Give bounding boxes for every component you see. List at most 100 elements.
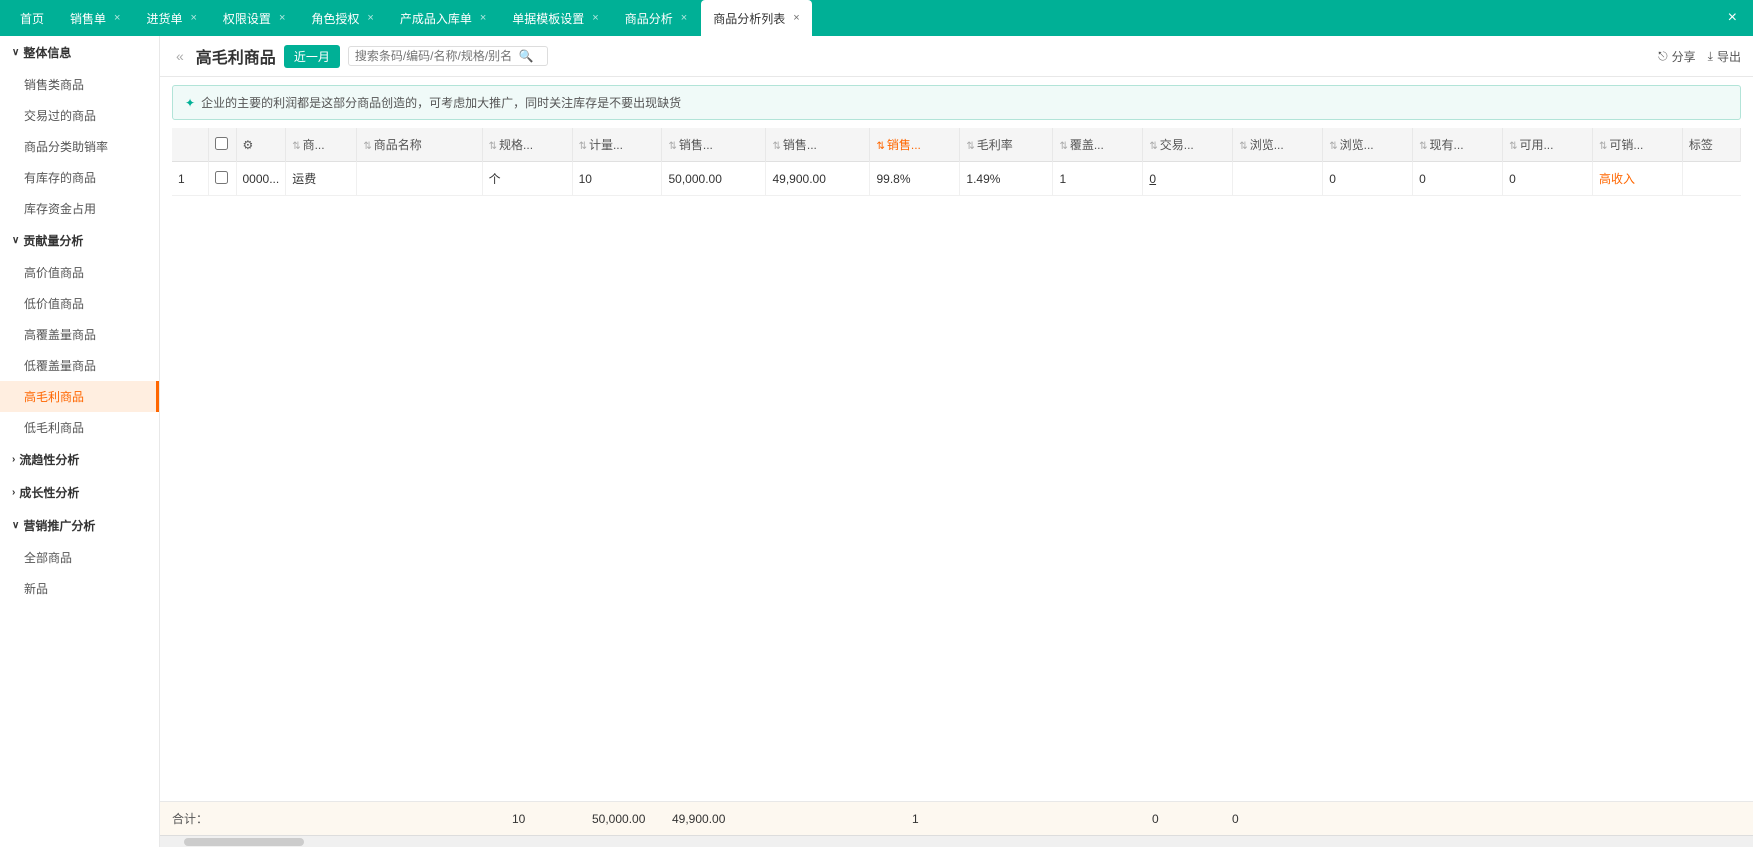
th-sales-amt2[interactable]: ⇅销售... <box>870 128 960 162</box>
th-stock3[interactable]: ⇅可销... <box>1592 128 1682 162</box>
td-browse1[interactable]: 0 <box>1143 162 1233 196</box>
th-index <box>172 128 208 162</box>
sort-icon: ⇅ <box>1419 141 1427 152</box>
sidebar-item-all-goods[interactable]: 全部商品 <box>0 542 159 573</box>
footer-label: 合计： <box>172 810 212 827</box>
sidebar-item-high-value[interactable]: 高价值商品 <box>0 257 159 288</box>
search-wrap: 🔍 <box>348 46 548 66</box>
sidebar-item-in-stock[interactable]: 有库存的商品 <box>0 162 159 193</box>
table-wrap: ⚙ ⇅商... ⇅商品名称 ⇅规格... ⇅计量... ⇅销售... ⇅销售..… <box>172 128 1741 801</box>
th-spec[interactable]: ⇅规格... <box>482 128 572 162</box>
td-check[interactable] <box>208 162 236 196</box>
nav-tab-sales[interactable]: 销售单 × <box>58 0 132 36</box>
nav-tab-perms[interactable]: 权限设置 × <box>211 0 297 36</box>
th-name[interactable]: ⇅商品名称 <box>357 128 482 162</box>
close-icon[interactable]: × <box>114 12 120 24</box>
sidebar-item-high-coverage[interactable]: 高覆盖量商品 <box>0 319 159 350</box>
header-actions: ⎋ 分享 ⤓ 导出 <box>1658 48 1741 65</box>
export-button[interactable]: ⤓ 导出 <box>1708 48 1741 65</box>
footer-sales-qty: 10 <box>506 812 586 826</box>
sort-icon: ⇅ <box>966 141 974 152</box>
th-stock1[interactable]: ⇅现有... <box>1413 128 1503 162</box>
close-icon[interactable]: × <box>190 12 196 24</box>
th-code[interactable]: ⇅商... <box>286 128 357 162</box>
th-browse2[interactable]: ⇅浏览... <box>1323 128 1413 162</box>
nav-tab-template[interactable]: 单据模板设置 × <box>500 0 610 36</box>
sidebar-item-low-coverage[interactable]: 低覆盖量商品 <box>0 350 159 381</box>
close-icon[interactable]: × <box>367 12 373 24</box>
close-icon[interactable]: × <box>592 12 598 24</box>
row-checkbox[interactable] <box>215 171 228 184</box>
sidebar-item-category-rate[interactable]: 商品分类助销率 <box>0 131 159 162</box>
nav-tab-home[interactable]: 首页 <box>8 0 56 36</box>
sidebar-item-sales-goods[interactable]: 销售类商品 <box>0 69 159 100</box>
th-tag: 标签 <box>1682 128 1740 162</box>
th-sales-qty[interactable]: ⇅销售... <box>662 128 766 162</box>
sidebar-item-stock-capital[interactable]: 库存资金占用 <box>0 193 159 224</box>
close-all-button[interactable]: × <box>1720 9 1745 27</box>
sidebar-item-low-margin[interactable]: 低毛利商品 <box>0 412 159 443</box>
sort-icon: ⇅ <box>1059 141 1067 152</box>
info-banner: ✦ 企业的主要的利润都是这部分商品创造的，可考虑加大推广，同时关注库存是不要出现… <box>172 85 1741 120</box>
nav-tab-analysis[interactable]: 商品分析 × <box>613 0 699 36</box>
th-settings[interactable]: ⚙ <box>236 128 286 162</box>
search-input[interactable] <box>355 49 515 63</box>
time-filter-button[interactable]: 近一月 <box>284 45 340 68</box>
th-check[interactable] <box>208 128 236 162</box>
sidebar-item-traded-goods[interactable]: 交易过的商品 <box>0 100 159 131</box>
sidebar-group-trend[interactable]: › 流趋性分析 <box>0 443 159 476</box>
sidebar-group-contribution[interactable]: ∨ 贡献量分析 <box>0 224 159 257</box>
td-name: 运费 <box>286 162 357 196</box>
nav-tab-inbound[interactable]: 产成品入库单 × <box>388 0 498 36</box>
arrow-icon: ∨ <box>12 235 19 246</box>
nav-tab-purchase[interactable]: 进货单 × <box>134 0 208 36</box>
close-icon[interactable]: × <box>279 12 285 24</box>
select-all-checkbox[interactable] <box>215 137 228 150</box>
th-trade[interactable]: ⇅交易... <box>1143 128 1233 162</box>
data-table: ⚙ ⇅商... ⇅商品名称 ⇅规格... ⇅计量... ⇅销售... ⇅销售..… <box>172 128 1741 196</box>
footer-sales-amt: 50,000.00 <box>586 812 666 826</box>
table-row: 1 0000... 运费 个 10 50,000.00 49,900.00 99… <box>172 162 1741 196</box>
footer-sales-amt2: 49,900.00 <box>666 812 746 826</box>
sidebar-item-new-goods[interactable]: 新品 <box>0 573 159 604</box>
sort-icon: ⇅ <box>579 141 587 152</box>
nav-tab-analysis-list[interactable]: 商品分析列表 × <box>701 0 811 36</box>
arrow-icon: › <box>12 454 15 465</box>
sidebar-group-marketing[interactable]: ∨ 营销推广分析 <box>0 509 159 542</box>
footer-stock1: 0 <box>1146 812 1226 826</box>
share-button[interactable]: ⎋ 分享 <box>1658 48 1696 65</box>
close-icon[interactable]: × <box>480 12 486 24</box>
sidebar-group-growth[interactable]: › 成长性分析 <box>0 476 159 509</box>
td-sales-amt: 50,000.00 <box>662 162 766 196</box>
th-gross-rate[interactable]: ⇅毛利率 <box>960 128 1053 162</box>
sort-icon: ⇅ <box>292 141 300 152</box>
th-stock2[interactable]: ⇅可用... <box>1503 128 1593 162</box>
sidebar-group-overview[interactable]: ∨ 整体信息 <box>0 36 159 69</box>
th-coverage[interactable]: ⇅覆盖... <box>1053 128 1143 162</box>
content-header: « 高毛利商品 近一月 🔍 ⎋ 分享 ⤓ 导出 <box>160 36 1753 77</box>
close-icon[interactable]: × <box>793 12 799 24</box>
sidebar-item-low-value[interactable]: 低价值商品 <box>0 288 159 319</box>
td-sales-qty: 10 <box>572 162 662 196</box>
footer-total: 合计： 10 50,000.00 49,900.00 1 0 0 <box>160 801 1753 835</box>
th-sales-amt[interactable]: ⇅销售... <box>766 128 870 162</box>
nav-tab-roles[interactable]: 角色授权 × <box>299 0 385 36</box>
td-stock2: 0 <box>1413 162 1503 196</box>
top-nav: 首页 销售单 × 进货单 × 权限设置 × 角色授权 × 产成品入库单 × 单据… <box>0 0 1753 36</box>
td-sales-amt2: 49,900.00 <box>766 162 870 196</box>
collapse-sidebar-button[interactable]: « <box>172 46 188 66</box>
td-index: 1 <box>172 162 208 196</box>
th-unit[interactable]: ⇅计量... <box>572 128 662 162</box>
search-icon[interactable]: 🔍 <box>519 49 534 63</box>
td-spec <box>357 162 482 196</box>
sort-icon: ⇅ <box>489 141 497 152</box>
main-layout: ∨ 整体信息 销售类商品 交易过的商品 商品分类助销率 有库存的商品 库存资金占… <box>0 36 1753 847</box>
sidebar-item-high-margin[interactable]: 高毛利商品 <box>0 381 159 412</box>
th-browse1[interactable]: ⇅浏览... <box>1233 128 1323 162</box>
share-icon: ⎋ <box>1658 49 1668 64</box>
close-icon[interactable]: × <box>681 12 687 24</box>
arrow-icon: ∨ <box>12 47 19 58</box>
horizontal-scrollbar[interactable] <box>160 835 1753 847</box>
scroll-thumb[interactable] <box>184 838 304 846</box>
td-code: 0000... <box>236 162 286 196</box>
